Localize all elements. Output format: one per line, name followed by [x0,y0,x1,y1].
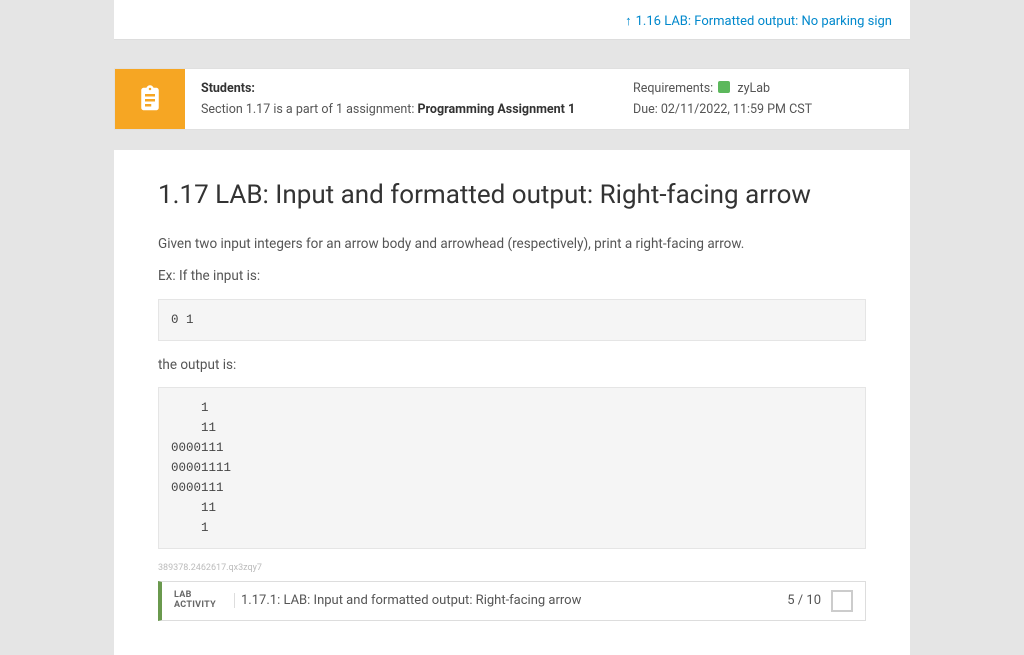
assignment-banner: Students: Section 1.17 is a part of 1 as… [114,68,910,130]
activity-title: 1.17.1: LAB: Input and formatted output:… [234,593,787,608]
up-arrow-icon: ↑ [625,14,632,29]
banner-right: Requirements: zyLab Due: 02/11/2022, 11:… [633,81,893,117]
clipboard-icon [115,69,185,129]
section-prefix: Section 1.17 is a part of 1 assignment: [201,102,417,117]
example-label: Ex: If the input is: [158,266,866,286]
activity-tag-line2: ACTIVITY [174,601,230,611]
activity-tag: LAB ACTIVITY [174,591,230,611]
prev-lab-link[interactable]: ↑ 1.16 LAB: Formatted output: No parking … [625,14,892,29]
prev-lab-label: 1.16 LAB: Formatted output: No parking s… [636,14,892,29]
lab-intro: Given two input integers for an arrow bo… [158,234,866,254]
requirements-row: Requirements: zyLab [633,81,893,96]
activity-score: 5 / 10 [787,593,821,608]
banner-body: Students: Section 1.17 is a part of 1 as… [185,69,909,129]
due-label: Due: [633,102,658,117]
zylab-badge-icon [718,81,730,93]
assignment-name: Programming Assignment 1 [417,102,575,117]
output-code-block: 1 11 0000111 00001111 0000111 11 1 [158,387,866,549]
input-code-block: 0 1 [158,299,866,341]
requirements-value: zyLab [737,81,770,96]
due-row: Due: 02/11/2022, 11:59 PM CST [633,102,893,117]
activity-tag-line1: LAB [174,591,230,601]
lab-activity-bar[interactable]: LAB ACTIVITY 1.17.1: LAB: Input and form… [158,581,866,621]
banner-section-text: Section 1.17 is a part of 1 assignment: … [201,102,633,117]
due-value: 02/11/2022, 11:59 PM CST [661,102,812,117]
requirements-label: Requirements: [633,81,713,96]
activity-id: 389378.2462617.qx3zqy7 [158,563,866,573]
output-label: the output is: [158,355,866,375]
banner-heading: Students: [201,81,633,96]
prev-nav-bar: ↑ 1.16 LAB: Formatted output: No parking … [114,0,910,40]
lab-title: 1.17 LAB: Input and formatted output: Ri… [158,180,866,210]
lab-content: 1.17 LAB: Input and formatted output: Ri… [114,150,910,655]
score-box-icon [831,590,853,612]
banner-left: Students: Section 1.17 is a part of 1 as… [201,81,633,117]
